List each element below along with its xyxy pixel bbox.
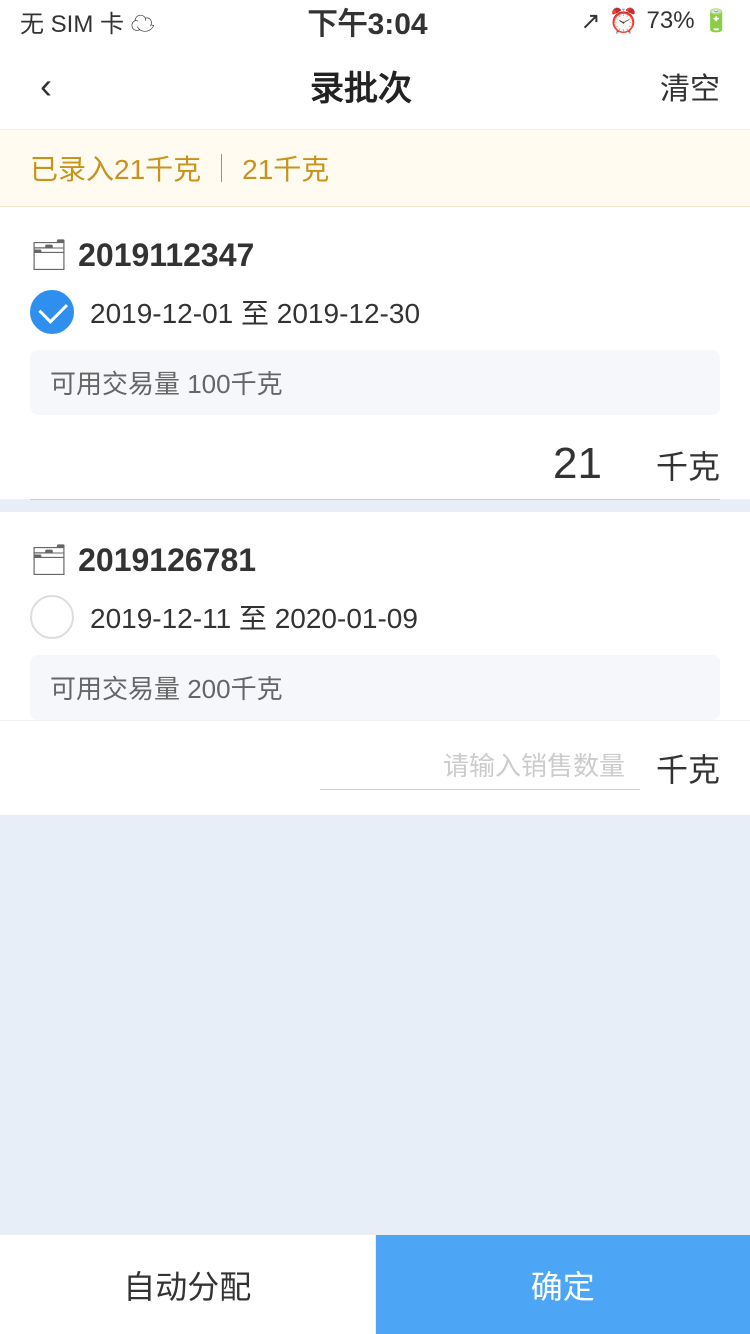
batch-1-date-row: 2019-12-01 至 2019-12-30 (30, 290, 720, 334)
batch-2-id: 2019126781 (78, 542, 256, 579)
batch-card-2: 🗂 2019126781 2019-12-11 至 2020-01-09 可用交… (0, 512, 750, 720)
auto-distribute-label: 自动分配 (123, 1262, 251, 1308)
battery-icon: 🔋 (703, 8, 730, 34)
alarm-icon: ⏰ (609, 7, 639, 36)
back-button[interactable]: ‹ (30, 55, 62, 117)
nav-bar: ‹ 录批次 清空 (0, 42, 750, 130)
batch-2-qty-unit: 千克 (656, 745, 720, 791)
auto-distribute-button[interactable]: 自动分配 (0, 1235, 376, 1334)
batch-card-1: 🗂 2019112347 2019-12-01 至 2019-12-30 可用交… (0, 207, 750, 415)
batch-1-available-qty: 可用交易量 100千克 (30, 350, 720, 415)
batch-1-qty-number: 21 (553, 439, 602, 489)
batch-2-header: 🗂 2019126781 (30, 542, 720, 579)
summary-divider (221, 154, 222, 182)
status-left: 无 SIM 卡 ☁ (20, 4, 155, 39)
batch-2-id-icon: 🗂 (30, 543, 68, 578)
status-right: ↗ ⏰ 73% 🔋 (581, 7, 730, 36)
confirm-label: 确定 (531, 1262, 595, 1308)
batch-2-qty-row: 千克 (0, 720, 750, 815)
battery-label: 73% (647, 7, 695, 35)
batch-2-date: 2019-12-11 至 2020-01-09 (90, 597, 418, 637)
batch-1-header: 🗂 2019112347 (30, 237, 720, 274)
location-icon: ↗ (581, 7, 601, 36)
section-divider (0, 500, 750, 512)
page-title: 录批次 (310, 61, 412, 110)
summary-banner: 已录入21千克 21千克 (0, 130, 750, 207)
batch-1-qty-unit: 千克 (656, 442, 720, 488)
batch-2-qty-input[interactable] (440, 746, 640, 783)
batch-2-radio[interactable] (30, 595, 74, 639)
batch-1-id: 2019112347 (78, 237, 254, 274)
status-bar: 无 SIM 卡 ☁ 下午3:04 ↗ ⏰ 73% 🔋 (0, 0, 750, 42)
clear-button[interactable]: 清空 (660, 64, 720, 108)
no-sim-label: 无 SIM 卡 ☁ (20, 4, 155, 39)
batch-2-available-qty: 可用交易量 200千克 (30, 655, 720, 720)
status-time: 下午3:04 (308, 0, 428, 43)
qty-input-underline (320, 746, 640, 790)
empty-background-area (0, 815, 750, 1235)
footer: 自动分配 确定 (0, 1234, 750, 1334)
batch-2-date-row: 2019-12-11 至 2020-01-09 (30, 595, 720, 639)
total-label: 21千克 (242, 148, 329, 188)
batch-1-date: 2019-12-01 至 2019-12-30 (90, 292, 420, 332)
recorded-label: 已录入21千克 (30, 148, 201, 188)
batch-1-id-icon: 🗂 (30, 238, 68, 273)
batch-1-radio[interactable] (30, 290, 74, 334)
confirm-button[interactable]: 确定 (376, 1235, 750, 1334)
batch-1-qty-row: 21 千克 (0, 415, 750, 499)
